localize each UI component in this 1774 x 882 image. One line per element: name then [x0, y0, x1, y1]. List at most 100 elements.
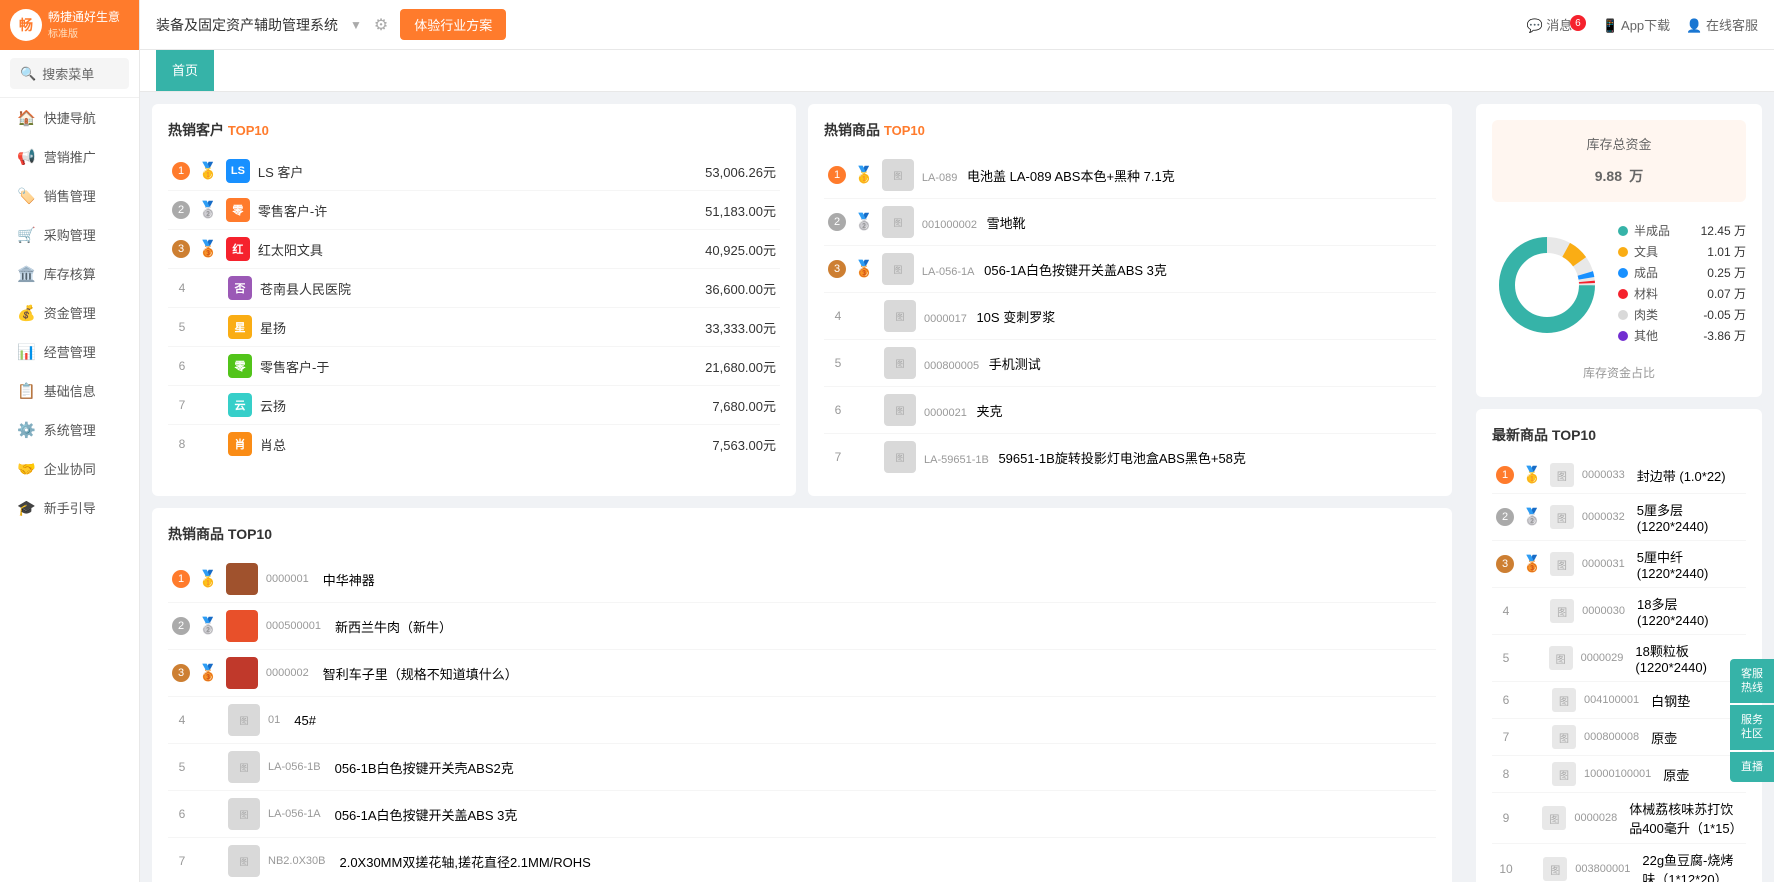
app-icon: 📱 — [1602, 18, 1618, 33]
dropdown-arrow-icon[interactable]: ▼ — [350, 18, 362, 32]
product-code: LA-089 — [922, 172, 957, 184]
rank-number: 2 — [172, 201, 190, 219]
sidebar-item-purchase-label: 采购管理 — [44, 225, 96, 244]
product-image: 图 — [228, 798, 260, 830]
online-service-area[interactable]: 👤 在线客服 — [1686, 15, 1758, 34]
sidebar-item-collaboration[interactable]: 🤝 企业协同 — [0, 449, 139, 488]
inventory-total-label: 库存总资金 — [1508, 134, 1730, 153]
product-code: 0000033 — [1582, 469, 1625, 481]
rank-number: 6 — [1496, 693, 1516, 707]
list-item: 3 🥉 图 LA-056-1A 056-1A白色按键开关盖ABS 3克 — [824, 246, 1436, 293]
sidebar-item-collaboration-label: 企业协同 — [44, 459, 96, 478]
medal-icon: 🥇 — [198, 161, 218, 181]
customer-amount: 36,600.00元 — [705, 279, 776, 298]
product-code: LA-59651-1B — [924, 454, 989, 466]
sidebar-item-purchase[interactable]: 🛒 采购管理 — [0, 215, 139, 254]
sidebar-item-system[interactable]: ⚙️ 系统管理 — [0, 410, 139, 449]
legend-item: 材料 0.07 万 — [1618, 285, 1746, 302]
sidebar-item-finance-label: 资金管理 — [44, 303, 96, 322]
product-image: 图 — [1552, 725, 1576, 749]
medal-icon: 🥉 — [854, 259, 874, 279]
rank-number: 5 — [1496, 651, 1516, 665]
product-info: LA-089 电池盖 LA-089 ABS本色+黑种 7.1克 — [922, 166, 1432, 185]
product-code: 0000002 — [266, 667, 309, 679]
product-image — [226, 657, 258, 689]
rank-number: 1 — [172, 570, 190, 588]
customer-name: 红太阳文具 — [258, 240, 697, 259]
customer-service-button[interactable]: 客服热线 — [1730, 659, 1774, 704]
search-menu-button[interactable]: 🔍 搜索菜单 — [10, 58, 129, 89]
finance-icon: 💰 — [17, 304, 36, 322]
sidebar: 畅 畅捷通好生意 标准版 🔍 搜索菜单 🏠 快捷导航 📢 营销推广 🏷️ 销售管… — [0, 0, 140, 882]
product-code: 0000029 — [1581, 652, 1624, 664]
list-item: 2 🥈 000500001 新西兰牛肉（新牛） — [168, 603, 1436, 650]
hot-products-badge: TOP10 — [884, 123, 925, 138]
product-image: 图 — [884, 300, 916, 332]
tab-home[interactable]: 首页 — [156, 50, 214, 91]
customer-amount: 21,680.00元 — [705, 357, 776, 376]
product-name: 中华神器 — [323, 570, 375, 589]
new-products-card: 最新商品 TOP10 1 🥇 图 0000033 封边带 (1.0*22) 2 … — [1476, 409, 1762, 882]
sidebar-item-marketing[interactable]: 📢 营销推广 — [0, 137, 139, 176]
rank-number: 4 — [1496, 604, 1516, 618]
sidebar-search-area[interactable]: 🔍 搜索菜单 — [0, 50, 139, 98]
legend-value: 0.25 万 — [1707, 264, 1746, 281]
customer-name: 零售客户-于 — [260, 357, 697, 376]
list-item: 7 图 000800008 原壶 — [1492, 719, 1746, 756]
sales-icon: 🏷️ — [17, 187, 36, 205]
inventory-value-number: 9.88 — [1595, 168, 1622, 184]
product-name: 体械荔核味苏打饮品400毫升（1*15） — [1629, 799, 1742, 837]
list-item: 7 图 LA-59651-1B 59651-1B旋转投影灯电池盒ABS黑色+58… — [824, 434, 1436, 480]
avatar: 零 — [226, 198, 250, 222]
legend-dot — [1618, 310, 1628, 320]
topbar-right: 💬 消息 6 📱 App下载 👤 在线客服 — [1526, 15, 1758, 34]
sidebar-item-finance[interactable]: 💰 资金管理 — [0, 293, 139, 332]
product-info: 000800005 手机测试 — [924, 354, 1432, 373]
trial-button[interactable]: 体验行业方案 — [400, 9, 506, 40]
product-name: 18多层 (1220*2440) — [1637, 594, 1742, 628]
collaboration-icon: 🤝 — [17, 460, 36, 478]
customer-amount: 51,183.00元 — [705, 201, 776, 220]
sidebar-item-operations[interactable]: 📊 经营管理 — [0, 332, 139, 371]
product-name: 封边带 (1.0*22) — [1637, 466, 1726, 485]
legend-value: 12.45 万 — [1701, 222, 1746, 239]
legend-dot — [1618, 226, 1628, 236]
home-icon: 🏠 — [17, 109, 36, 127]
rank-number: 3 — [828, 260, 846, 278]
avatar: LS — [226, 159, 250, 183]
rank-number: 3 — [1496, 555, 1514, 573]
medal-icon: 🥈 — [1522, 507, 1542, 527]
rank-number: 2 — [172, 617, 190, 635]
customer-amount: 40,925.00元 — [705, 240, 776, 259]
settings-icon[interactable]: ⚙ — [374, 15, 388, 35]
sidebar-item-guide[interactable]: 🎓 新手引导 — [0, 488, 139, 527]
search-icon: 🔍 — [20, 66, 36, 82]
app-download-area[interactable]: 📱 App下载 — [1602, 15, 1670, 34]
logo-edition: 标准版 — [48, 25, 120, 40]
guide-icon: 🎓 — [17, 499, 36, 517]
legend-dot — [1618, 289, 1628, 299]
product-code: 10000100001 — [1584, 768, 1651, 780]
list-item: 1 🥇 图 0000033 封边带 (1.0*22) — [1492, 457, 1746, 494]
list-item: 4 图 01 45# — [168, 697, 1436, 744]
sidebar-item-sales[interactable]: 🏷️ 销售管理 — [0, 176, 139, 215]
product-name: 新西兰牛肉（新牛） — [335, 617, 452, 636]
message-area[interactable]: 💬 消息 6 — [1526, 15, 1585, 34]
list-item: 4 图 0000030 18多层 (1220*2440) — [1492, 588, 1746, 635]
product-code: 003800001 — [1575, 863, 1630, 875]
sidebar-item-basic-info[interactable]: 📋 基础信息 — [0, 371, 139, 410]
medal-icon: 🥉 — [198, 239, 218, 259]
service-community-button[interactable]: 服务社区 — [1730, 705, 1774, 750]
sidebar-item-home[interactable]: 🏠 快捷导航 — [0, 98, 139, 137]
new-products-list: 1 🥇 图 0000033 封边带 (1.0*22) 2 🥈 图 0000032… — [1492, 457, 1746, 882]
sidebar-item-inventory[interactable]: 🏛️ 库存核算 — [0, 254, 139, 293]
product-name: 10S 变刺罗浆 — [976, 310, 1055, 325]
rank-number: 8 — [1496, 767, 1516, 781]
product-image: 图 — [1550, 505, 1574, 529]
live-button[interactable]: 直播 — [1730, 752, 1774, 782]
search-menu-label: 搜索菜单 — [42, 64, 94, 83]
customer-name: 苍南县人民医院 — [260, 279, 697, 298]
top-customers-badge: TOP10 — [228, 123, 269, 138]
rank-number: 3 — [172, 240, 190, 258]
product-name: 22g鱼豆腐-烧烤味（1*12*20） — [1642, 850, 1742, 882]
